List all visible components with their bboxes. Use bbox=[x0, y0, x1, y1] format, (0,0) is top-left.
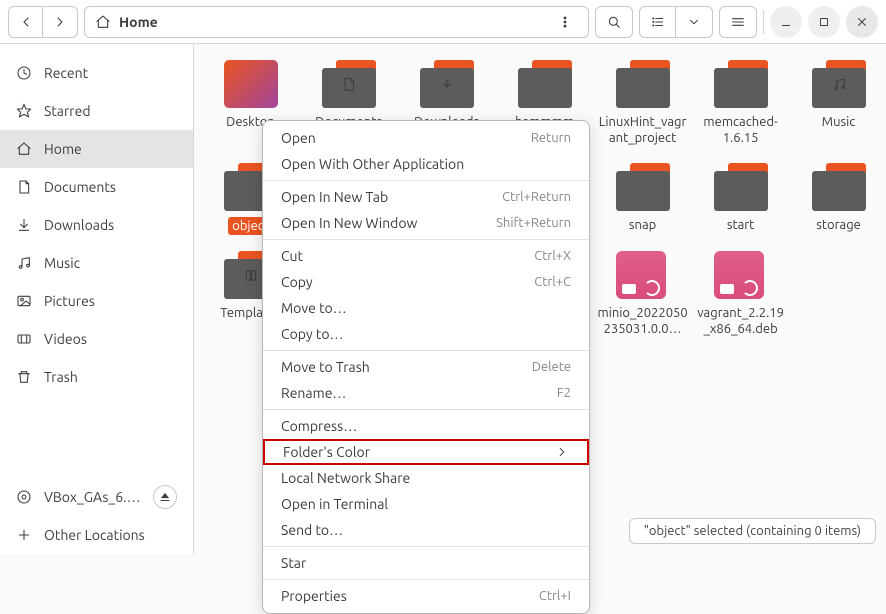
maximize-button[interactable] bbox=[808, 6, 840, 38]
view-options-button[interactable] bbox=[676, 6, 712, 38]
sidebar-item-downloads[interactable]: Downloads bbox=[0, 206, 193, 244]
home-icon bbox=[95, 14, 111, 30]
folder-icon bbox=[322, 60, 376, 108]
ctx-send-to[interactable]: Send to… bbox=[263, 517, 589, 543]
sidebar: Recent Starred Home Documents Downloads … bbox=[0, 44, 194, 554]
sidebar-item-videos[interactable]: Videos bbox=[0, 320, 193, 358]
path-menu-button[interactable] bbox=[552, 6, 578, 38]
file-label: LinuxHint_vagrant_project bbox=[597, 114, 689, 147]
path-bar[interactable]: Home bbox=[84, 6, 589, 38]
ctx-open-with[interactable]: Open With Other Application bbox=[263, 151, 589, 177]
file-label: start bbox=[727, 217, 754, 233]
sidebar-item-home[interactable]: Home bbox=[0, 130, 193, 168]
sidebar-item-starred[interactable]: Starred bbox=[0, 92, 193, 130]
sidebar-item-media[interactable]: VBox_GAs_6.… bbox=[0, 478, 193, 516]
file-item[interactable]: LinuxHint_vagrant_project bbox=[594, 60, 692, 147]
file-label: memcached-1.6.15 bbox=[695, 114, 787, 147]
ctx-copy-to[interactable]: Copy to… bbox=[263, 321, 589, 347]
folder-icon bbox=[616, 163, 670, 211]
sidebar-item-documents[interactable]: Documents bbox=[0, 168, 193, 206]
status-bar: "object" selected (containing 0 items) bbox=[629, 518, 876, 544]
context-menu: OpenReturn Open With Other Application O… bbox=[262, 120, 590, 614]
sidebar-item-music[interactable]: Music bbox=[0, 244, 193, 282]
file-item[interactable]: vagrant_2.2.19_x86_64.deb bbox=[692, 251, 790, 338]
ctx-open-new-window[interactable]: Open In New WindowShift+Return bbox=[263, 210, 589, 236]
file-item[interactable]: start bbox=[692, 163, 790, 235]
file-label: snap bbox=[629, 217, 656, 233]
sidebar-item-pictures[interactable]: Pictures bbox=[0, 282, 193, 320]
ctx-properties[interactable]: PropertiesCtrl+I bbox=[263, 583, 589, 609]
folder-icon bbox=[420, 60, 474, 108]
folder-icon bbox=[518, 60, 572, 108]
file-item[interactable]: Music bbox=[790, 60, 886, 147]
minimize-button[interactable] bbox=[770, 6, 802, 38]
ctx-open-new-tab[interactable]: Open In New TabCtrl+Return bbox=[263, 184, 589, 210]
back-button[interactable] bbox=[9, 6, 43, 38]
folder-icon bbox=[714, 163, 768, 211]
toolbar: Home bbox=[0, 0, 886, 44]
file-item[interactable]: minio_2022050235031.0.0… bbox=[594, 251, 692, 338]
file-label: storage bbox=[816, 217, 861, 233]
forward-button[interactable] bbox=[43, 6, 77, 38]
file-item[interactable]: memcached-1.6.15 bbox=[692, 60, 790, 147]
eject-button[interactable] bbox=[153, 485, 177, 509]
ctx-network-share[interactable]: Local Network Share bbox=[263, 465, 589, 491]
view-switch bbox=[639, 6, 713, 38]
search-button[interactable] bbox=[595, 6, 633, 38]
file-item[interactable]: storage bbox=[790, 163, 886, 235]
file-item[interactable]: snap bbox=[594, 163, 692, 235]
sidebar-item-recent[interactable]: Recent bbox=[0, 54, 193, 92]
ctx-compress[interactable]: Compress… bbox=[263, 413, 589, 439]
view-list-button[interactable] bbox=[640, 6, 676, 38]
ctx-folder-color[interactable]: Folder's Color bbox=[263, 439, 589, 465]
ctx-rename[interactable]: Rename…F2 bbox=[263, 380, 589, 406]
folder-icon bbox=[714, 60, 768, 108]
ctx-cut[interactable]: CutCtrl+X bbox=[263, 243, 589, 269]
hamburger-button[interactable] bbox=[719, 6, 757, 38]
folder-icon bbox=[616, 251, 670, 299]
folder-icon bbox=[812, 163, 866, 211]
file-label: vagrant_2.2.19_x86_64.deb bbox=[695, 305, 787, 338]
sidebar-item-trash[interactable]: Trash bbox=[0, 358, 193, 396]
path-location: Home bbox=[119, 14, 158, 30]
folder-icon bbox=[616, 60, 670, 108]
ctx-move-to-trash[interactable]: Move to TrashDelete bbox=[263, 354, 589, 380]
ctx-open[interactable]: OpenReturn bbox=[263, 125, 589, 151]
folder-icon bbox=[714, 251, 768, 299]
ctx-copy[interactable]: CopyCtrl+C bbox=[263, 269, 589, 295]
chevron-right-icon bbox=[555, 445, 569, 459]
file-label: minio_2022050235031.0.0… bbox=[597, 305, 689, 338]
folder-icon bbox=[812, 60, 866, 108]
file-label: Music bbox=[822, 114, 856, 130]
ctx-move-to[interactable]: Move to… bbox=[263, 295, 589, 321]
ctx-open-terminal[interactable]: Open in Terminal bbox=[263, 491, 589, 517]
nav-buttons bbox=[8, 6, 78, 38]
sidebar-item-other-locations[interactable]: Other Locations bbox=[0, 516, 193, 554]
close-button[interactable] bbox=[846, 6, 878, 38]
folder-icon bbox=[224, 60, 278, 108]
